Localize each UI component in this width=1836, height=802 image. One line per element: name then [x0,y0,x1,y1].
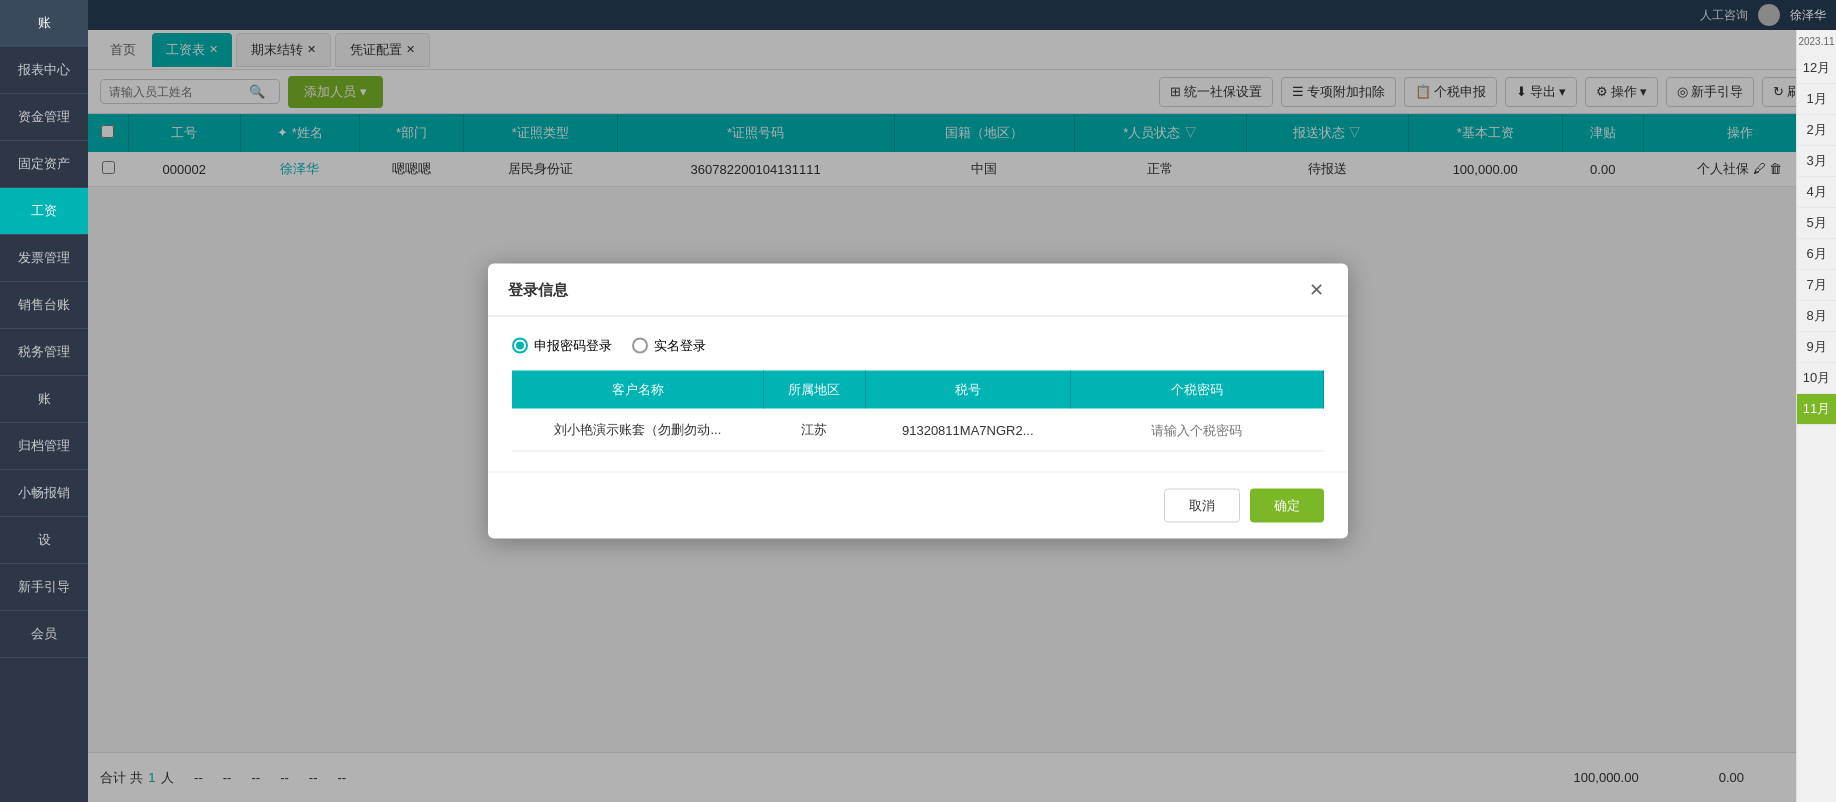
region-header: 所属地区 [764,371,866,409]
user-avatar [1758,4,1780,26]
radio-password-circle [512,338,528,354]
calendar-month-2[interactable]: 2月 [1797,115,1836,146]
login-type-radio-group: 申报密码登录 实名登录 [512,337,1324,355]
client-info-table: 客户名称 所属地区 税号 个税密码 刘小艳演示账套（勿删勿动... 江苏 913… [512,371,1324,452]
radio-option-password[interactable]: 申报密码登录 [512,337,612,355]
client-name-header: 客户名称 [512,371,764,409]
calendar-month-10[interactable]: 10月 [1797,363,1836,394]
calendar-month-4[interactable]: 4月 [1797,177,1836,208]
radio-realname-circle [632,338,648,354]
dialog-footer: 取消 确定 [488,472,1348,539]
login-dialog: 登录信息 ✕ 申报密码登录 实名登录 客户名称 所属地区 税号 个税密码 [488,264,1348,539]
sidebar-item-report-center[interactable]: 报表中心 [0,47,88,94]
sidebar-item-guide[interactable]: 新手引导 [0,564,88,611]
dialog-close-button[interactable]: ✕ [1304,278,1328,302]
calendar-month-9[interactable]: 9月 [1797,332,1836,363]
radio-option-realname[interactable]: 实名登录 [632,337,706,355]
sidebar-item-fixed-assets[interactable]: 固定资产 [0,141,88,188]
calendar-month-6[interactable]: 6月 [1797,239,1836,270]
sidebar-item-account2[interactable]: 账 [0,376,88,423]
tax-id-header: 税号 [865,371,1070,409]
tax-id-cell: 91320811MA7NGR2... [865,409,1070,452]
tax-password-header: 个税密码 [1070,371,1323,409]
dialog-header: 登录信息 ✕ [488,264,1348,317]
dialog-body: 申报密码登录 实名登录 客户名称 所属地区 税号 个税密码 刘小艳演示账套（勿删… [488,317,1348,472]
calendar-month-1[interactable]: 1月 [1797,84,1836,115]
sidebar-item-fund-management[interactable]: 资金管理 [0,94,88,141]
calendar-month-11[interactable]: 11月 [1797,394,1836,425]
client-name-cell: 刘小艳演示账套（勿删勿动... [512,409,764,452]
calendar-month-5[interactable]: 5月 [1797,208,1836,239]
topbar: 人工咨询 徐泽华 [88,0,1836,30]
cancel-button[interactable]: 取消 [1164,489,1240,523]
calendar-month-12[interactable]: 12月 [1797,53,1836,84]
sidebar: 账 报表中心 资金管理 固定资产 工资 发票管理 销售台账 税务管理 账 归档管… [0,0,88,802]
user-name[interactable]: 徐泽华 [1790,7,1826,24]
calendar-month-8[interactable]: 8月 [1797,301,1836,332]
calendar-month-3[interactable]: 3月 [1797,146,1836,177]
sidebar-item-archive[interactable]: 归档管理 [0,423,88,470]
confirm-button[interactable]: 确定 [1250,489,1324,523]
ai-consult-label[interactable]: 人工咨询 [1700,7,1748,24]
calendar-year: 2023.11 [1798,30,1834,53]
tax-password-cell[interactable] [1070,409,1323,452]
sidebar-item-account[interactable]: 账 [0,0,88,47]
sidebar-item-tax-management[interactable]: 税务管理 [0,329,88,376]
sidebar-item-salary[interactable]: 工资 [0,188,88,235]
sidebar-item-invoice[interactable]: 发票管理 [0,235,88,282]
tax-password-input[interactable] [1082,422,1311,437]
region-cell: 江苏 [764,409,866,452]
calendar-panel: 2023.11 12月 1月 2月 3月 4月 5月 6月 7月 8月 9月 1… [1796,30,1836,802]
calendar-month-7[interactable]: 7月 [1797,270,1836,301]
sidebar-item-sales-ledger[interactable]: 销售台账 [0,282,88,329]
sidebar-item-expense[interactable]: 小畅报销 [0,470,88,517]
sidebar-item-member[interactable]: 会员 [0,611,88,658]
client-info-row: 刘小艳演示账套（勿删勿动... 江苏 91320811MA7NGR2... [512,409,1324,452]
sidebar-item-settings[interactable]: 设 [0,517,88,564]
dialog-title: 登录信息 [508,280,568,299]
